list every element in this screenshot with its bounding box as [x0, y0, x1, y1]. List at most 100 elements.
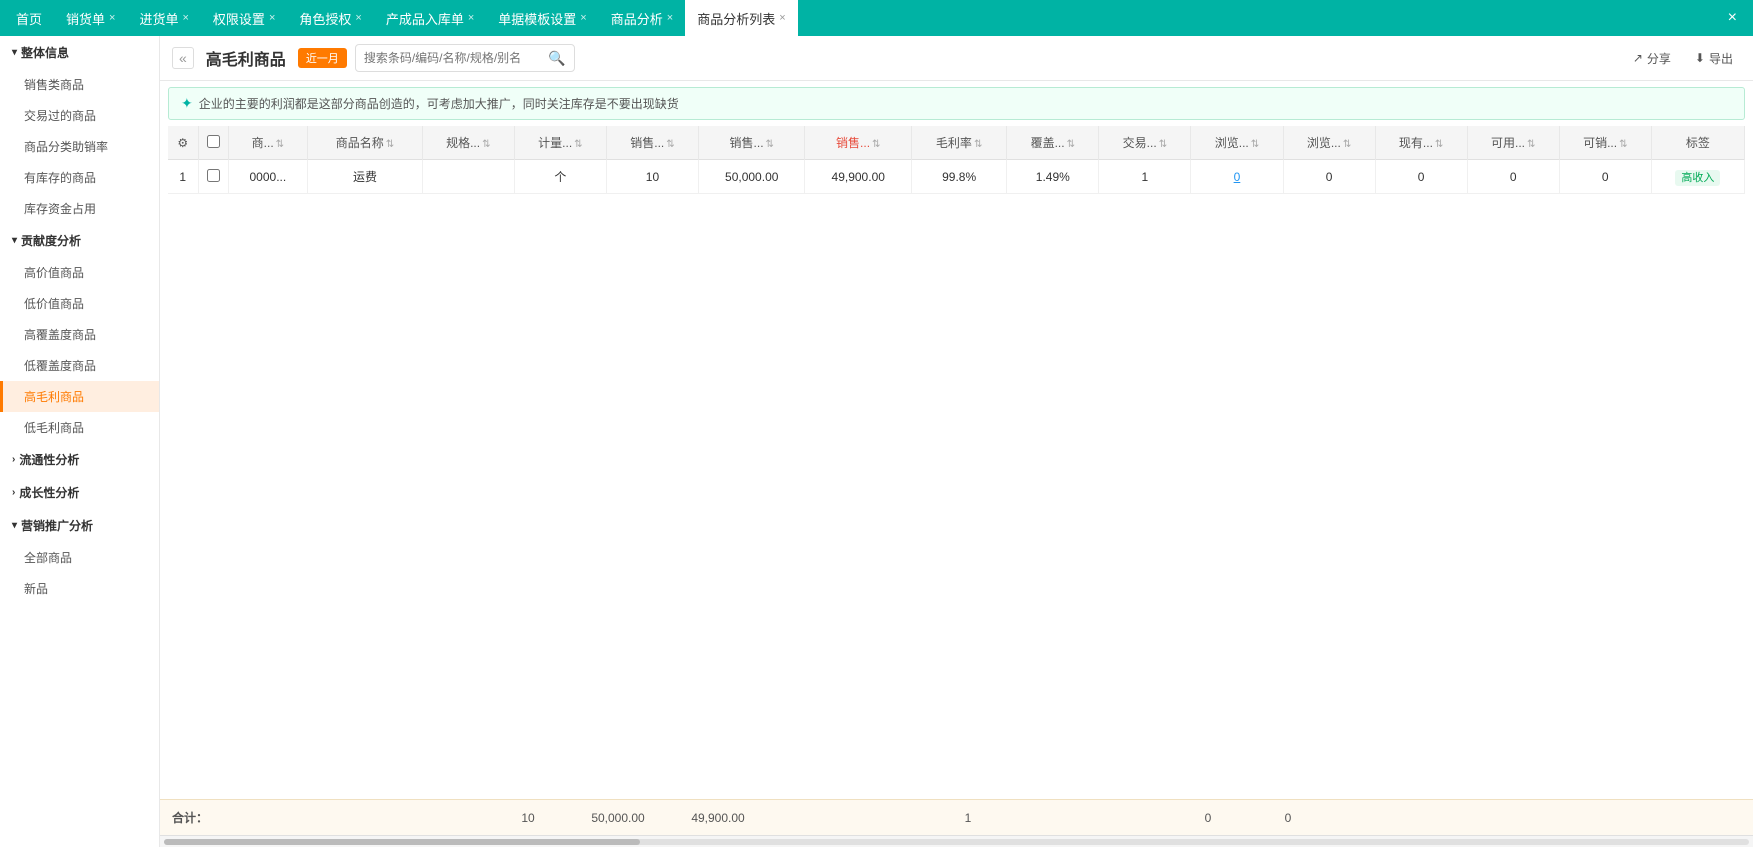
- sidebar-group-liquidity[interactable]: › 流通性分析: [0, 443, 159, 476]
- horizontal-scrollbar[interactable]: [160, 835, 1753, 847]
- footer-label: 合计：: [172, 809, 208, 826]
- export-button[interactable]: ⬇ 导出: [1687, 46, 1741, 71]
- sidebar-item-sales-goods[interactable]: 销售类商品: [0, 69, 159, 100]
- sidebar-item-low-value[interactable]: 低价值商品: [0, 288, 159, 319]
- col-trade[interactable]: 交易...⇅: [1099, 126, 1191, 160]
- footer-trade: 1: [928, 811, 1008, 825]
- sidebar-item-stock-goods[interactable]: 有库存的商品: [0, 162, 159, 193]
- footer-sale2: 50,000.00: [568, 811, 668, 825]
- search-input[interactable]: [364, 51, 549, 65]
- sidebar-item-all-goods[interactable]: 全部商品: [0, 542, 159, 573]
- nav-close-permission[interactable]: ×: [269, 12, 275, 24]
- collapse-sidebar-button[interactable]: «: [172, 47, 194, 69]
- nav-permission[interactable]: 权限设置 ×: [201, 0, 287, 36]
- col-browse2[interactable]: 浏览...⇅: [1283, 126, 1375, 160]
- arrow-icon-5: ▾: [12, 520, 17, 531]
- col-code[interactable]: 商...⇅: [228, 126, 308, 160]
- cell-browse2: 0: [1283, 160, 1375, 194]
- content-area: « 高毛利商品 近一月 🔍 ↗ 分享 ⬇ 导出 ✦ 企业的主要的利润都是这部: [160, 36, 1753, 847]
- sidebar-group-marketing[interactable]: ▾ 营销推广分析: [0, 509, 159, 542]
- col-coverage[interactable]: 覆盖...⇅: [1007, 126, 1099, 160]
- sidebar-item-new-goods[interactable]: 新品: [0, 573, 159, 604]
- nav-template[interactable]: 单据模板设置 ×: [486, 0, 598, 36]
- nav-product-analysis[interactable]: 商品分析 ×: [599, 0, 685, 36]
- search-box[interactable]: 🔍: [355, 44, 575, 72]
- nav-sales[interactable]: 销货单 ×: [54, 0, 127, 36]
- main-layout: ▾ 整体信息 销售类商品 交易过的商品 商品分类助销率 有库存的商品 库存资金占…: [0, 36, 1753, 847]
- top-navigation: 首页 销货单 × 进货单 × 权限设置 × 角色授权 × 产成品入库单 × 单据…: [0, 0, 1753, 36]
- footer-sale3: 49,900.00: [668, 811, 768, 825]
- nav-product-analysis-list[interactable]: 商品分析列表 ×: [685, 0, 797, 36]
- footer-browse2-empty: [1088, 811, 1168, 825]
- col-browse1[interactable]: 浏览...⇅: [1191, 126, 1283, 160]
- nav-close-product-warehouse[interactable]: ×: [468, 12, 474, 24]
- cell-current: 0: [1375, 160, 1467, 194]
- header-actions: ↗ 分享 ⬇ 导出: [1625, 46, 1741, 71]
- search-icon[interactable]: 🔍: [548, 50, 565, 67]
- cell-checkbox[interactable]: [198, 160, 228, 194]
- sidebar-group-growth[interactable]: › 成长性分析: [0, 476, 159, 509]
- arrow-icon-2: ▾: [12, 235, 17, 246]
- col-spec[interactable]: 规格...⇅: [422, 126, 514, 160]
- arrow-icon-4: ›: [12, 487, 15, 498]
- cell-tag: 高收入: [1651, 160, 1744, 194]
- nav-close-product-analysis-list[interactable]: ×: [779, 12, 785, 24]
- footer-browse1-empty: [1008, 811, 1088, 825]
- sidebar-item-high-value[interactable]: 高价值商品: [0, 257, 159, 288]
- nav-close-role[interactable]: ×: [355, 12, 361, 24]
- sidebar-item-traded-goods[interactable]: 交易过的商品: [0, 100, 159, 131]
- col-gross-margin[interactable]: 毛利率⇅: [911, 126, 1006, 160]
- nav-role[interactable]: 角色授权 ×: [287, 0, 373, 36]
- sidebar-item-stock-capital[interactable]: 库存资金占用: [0, 193, 159, 224]
- col-settings[interactable]: ⚙: [168, 126, 198, 160]
- sidebar-group-overview[interactable]: ▾ 整体信息: [0, 36, 159, 69]
- tag-badge: 高收入: [1675, 170, 1720, 186]
- col-sale2[interactable]: 销售...⇅: [698, 126, 805, 160]
- cell-gross-margin: 99.8%: [911, 160, 1006, 194]
- col-current[interactable]: 现有...⇅: [1375, 126, 1467, 160]
- col-sale3[interactable]: 销售...⇅: [805, 126, 912, 160]
- table-wrapper: ⚙ 商...⇅ 商品名称⇅ 规格...⇅ 计量...⇅ 销售...⇅ 销售...…: [160, 126, 1753, 799]
- arrow-icon-3: ›: [12, 454, 15, 465]
- sidebar-item-high-margin[interactable]: 高毛利商品: [0, 381, 159, 412]
- cell-coverage: 1.49%: [1007, 160, 1099, 194]
- cell-browse1[interactable]: 0: [1191, 160, 1283, 194]
- footer-available: 0: [1248, 811, 1328, 825]
- nav-close-product-analysis[interactable]: ×: [667, 12, 673, 24]
- sidebar-group-contribution[interactable]: ▾ 贡献度分析: [0, 224, 159, 257]
- col-available[interactable]: 可用...⇅: [1467, 126, 1559, 160]
- col-unit[interactable]: 计量...⇅: [514, 126, 606, 160]
- table-row: 1 0000... 运费 个 10 50,000.00 49,900.00 99…: [168, 160, 1745, 194]
- sidebar-item-category-rate[interactable]: 商品分类助销率: [0, 131, 159, 162]
- table-header-row: ⚙ 商...⇅ 商品名称⇅ 规格...⇅ 计量...⇅ 销售...⇅ 销售...…: [168, 126, 1745, 160]
- nav-close-purchase[interactable]: ×: [182, 12, 188, 24]
- share-button[interactable]: ↗ 分享: [1625, 46, 1679, 71]
- footer-values: 10 50,000.00 49,900.00 1 0 0: [228, 811, 1741, 825]
- footer-gross-empty: [768, 811, 848, 825]
- nav-close-sales[interactable]: ×: [109, 12, 115, 24]
- nav-home[interactable]: 首页: [4, 0, 54, 36]
- col-sellable[interactable]: 可销...⇅: [1559, 126, 1651, 160]
- filter-tag-month[interactable]: 近一月: [298, 48, 347, 68]
- sidebar: ▾ 整体信息 销售类商品 交易过的商品 商品分类助销率 有库存的商品 库存资金占…: [0, 36, 160, 847]
- footer-empty-cols: [228, 811, 488, 825]
- scroll-track[interactable]: [164, 839, 1749, 845]
- export-icon: ⬇: [1695, 51, 1705, 65]
- nav-close-template[interactable]: ×: [580, 12, 586, 24]
- sidebar-item-low-coverage[interactable]: 低覆盖度商品: [0, 350, 159, 381]
- nav-product-warehouse[interactable]: 产成品入库单 ×: [374, 0, 486, 36]
- col-tag[interactable]: 标签: [1651, 126, 1744, 160]
- col-sale1[interactable]: 销售...⇅: [606, 126, 698, 160]
- browse1-link[interactable]: 0: [1234, 170, 1241, 184]
- cell-index: 1: [168, 160, 198, 194]
- row-checkbox[interactable]: [207, 169, 220, 182]
- window-close-button[interactable]: ×: [1716, 9, 1749, 27]
- select-all-checkbox[interactable]: [207, 135, 220, 148]
- sidebar-item-low-margin[interactable]: 低毛利商品: [0, 412, 159, 443]
- col-checkbox[interactable]: [198, 126, 228, 160]
- cell-available: 0: [1467, 160, 1559, 194]
- nav-purchase[interactable]: 进货单 ×: [127, 0, 200, 36]
- col-name[interactable]: 商品名称⇅: [308, 126, 423, 160]
- scroll-thumb[interactable]: [164, 839, 640, 845]
- sidebar-item-high-coverage[interactable]: 高覆盖度商品: [0, 319, 159, 350]
